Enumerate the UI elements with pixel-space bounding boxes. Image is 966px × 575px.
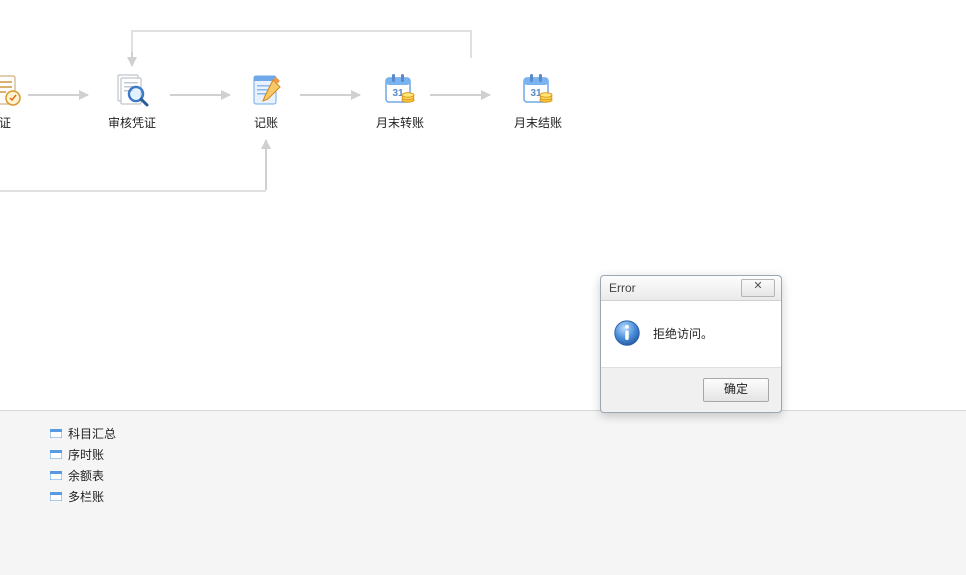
link-label: 科目汇总 [68,425,116,442]
flow-connector-top-right [470,30,472,58]
audit-icon [112,70,152,110]
calendar-coins-icon: 31 [380,70,420,110]
link-journal[interactable]: 序时账 [50,446,116,463]
doc-icon [50,429,62,438]
workflow-node-audit[interactable]: 审核凭证 [92,70,172,131]
link-label: 序时账 [68,446,104,463]
workflow-node-label: 证 [0,114,45,131]
link-label: 余额表 [68,467,104,484]
dialog-title-text: Error [609,281,636,295]
notepad-icon [246,70,286,110]
workflow-node-voucher[interactable]: 证 [0,70,45,131]
flow-connector-bottom [0,190,266,192]
workflow-node-label: 月末转账 [360,114,440,131]
workflow-node-label: 记账 [226,114,306,131]
workflow-node-label: 月末结账 [498,114,578,131]
workflow-node-booking[interactable]: 记账 [226,70,306,131]
error-dialog: Error ✕ 拒绝访问。 确定 [600,275,782,413]
link-balance[interactable]: 余额表 [50,467,116,484]
link-subject-summary[interactable]: 科目汇总 [50,425,116,442]
document-icon [0,70,25,110]
dialog-titlebar[interactable]: Error ✕ [601,276,781,301]
link-label: 多栏账 [68,488,104,505]
ok-label: 确定 [724,382,748,396]
doc-icon [50,450,62,459]
flow-arrow-3 [300,94,360,96]
workflow-node-transfer[interactable]: 31 月末转账 [360,70,440,131]
info-icon [613,319,641,347]
doc-icon [50,492,62,501]
dialog-message: 拒绝访问。 [653,325,713,342]
calendar-coins-icon: 31 [518,70,558,110]
doc-icon [50,471,62,480]
dialog-ok-button[interactable]: 确定 [703,378,769,402]
report-links: 科目汇总 序时账 余额表 多栏账 [50,425,116,509]
dialog-close-button[interactable]: ✕ [741,279,775,297]
workflow-node-close[interactable]: 31 月末结账 [498,70,578,131]
close-icon: ✕ [753,280,762,292]
flow-connector-top [131,30,470,32]
flow-arrow-2 [170,94,230,96]
workflow-node-label: 审核凭证 [92,114,172,131]
link-multicolumn[interactable]: 多栏账 [50,488,116,505]
section-separator [0,410,966,411]
flow-arrow-into-booking [265,140,267,190]
flow-arrow-into-audit [131,52,133,66]
